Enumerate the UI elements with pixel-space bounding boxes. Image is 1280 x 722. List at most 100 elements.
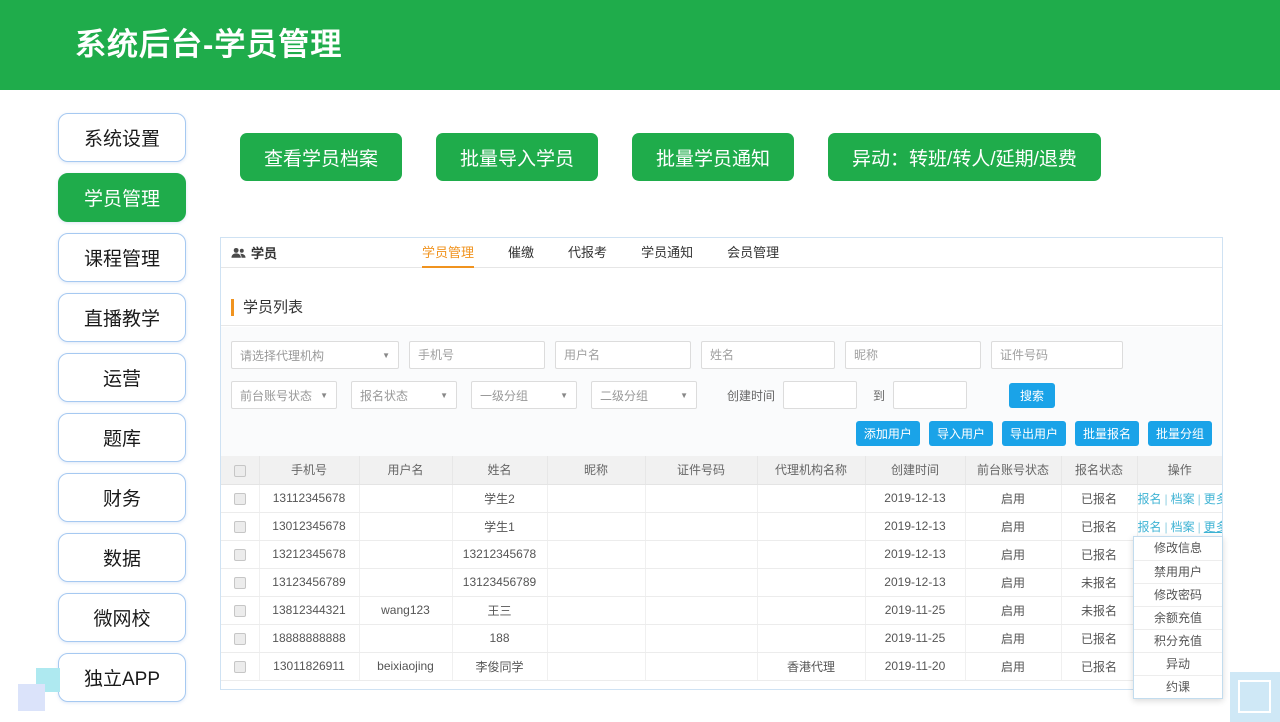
table-row: 13012345678学生12019-12-13启用已报名报名|档案|更多 (221, 512, 1222, 540)
menu-item[interactable]: 余额充值 (1134, 606, 1222, 629)
table-cell (757, 484, 865, 512)
table-cell (547, 540, 645, 568)
tab-item[interactable]: 学员通知 (641, 238, 693, 268)
ops-separator: | (1198, 520, 1201, 534)
filter-input[interactable] (991, 341, 1123, 369)
column-header: 证件号码 (645, 456, 757, 484)
menu-item[interactable]: 约课 (1134, 675, 1222, 698)
table-cell: 启用 (965, 568, 1061, 596)
quick-action-button[interactable]: 批量学员通知 (632, 133, 794, 181)
filter-select[interactable]: 报名状态▼ (351, 381, 457, 409)
filter-input[interactable] (701, 341, 835, 369)
sidebar-item-entry[interactable]: 独立APP (58, 653, 186, 702)
filter-select[interactable]: 二级分组▼ (591, 381, 697, 409)
op-link[interactable]: 报名 (1138, 492, 1162, 506)
sidebar-item-active[interactable]: 学员管理 (58, 173, 186, 222)
row-checkbox[interactable] (234, 605, 246, 617)
sidebar-item-entry[interactable]: 课程管理 (58, 233, 186, 282)
app-header: 系统后台-学员管理 (0, 0, 1280, 90)
column-header: 姓名 (452, 456, 547, 484)
table-cell (547, 568, 645, 596)
row-checkbox-cell (221, 624, 259, 652)
table-cell: 启用 (965, 540, 1061, 568)
op-link[interactable]: 档案 (1171, 492, 1195, 506)
filter-row-2: 前台账号状态▼报名状态▼一级分组▼二级分组▼创建时间到搜索 (231, 381, 1222, 409)
tab-item[interactable]: 会员管理 (727, 238, 779, 268)
table-cell (359, 540, 452, 568)
select-all-header-cell (221, 456, 259, 484)
table-row: 13123456789131234567892019-12-13启用未报名 (221, 568, 1222, 596)
row-checkbox[interactable] (234, 577, 246, 589)
op-link[interactable]: 档案 (1171, 520, 1195, 534)
row-checkbox[interactable] (234, 633, 246, 645)
students-icon (231, 247, 246, 259)
sidebar-item-entry[interactable]: 运营 (58, 353, 186, 402)
filter-select[interactable]: 请选择代理机构▼ (231, 341, 399, 369)
tab-item[interactable]: 催缴 (508, 238, 534, 268)
menu-item[interactable]: 异动 (1134, 652, 1222, 675)
filter-select-value: 一级分组 (480, 387, 528, 404)
table-cell (645, 484, 757, 512)
table-cell: 18888888888 (259, 624, 359, 652)
reg-status-cell: 已报名 (1061, 624, 1137, 652)
table-cell: 13812344321 (259, 596, 359, 624)
reg-status-cell: 已报名 (1061, 540, 1137, 568)
bulk-action-button[interactable]: 批量报名 (1075, 421, 1139, 446)
row-checkbox[interactable] (234, 661, 246, 673)
sidebar-item-entry[interactable]: 数据 (58, 533, 186, 582)
table-cell (757, 596, 865, 624)
sidebar-item-entry[interactable]: 直播教学 (58, 293, 186, 342)
quick-action-button[interactable]: 异动：转班/转人/延期/退费 (828, 133, 1101, 181)
quick-action-button[interactable]: 查看学员档案 (240, 133, 402, 181)
date-from-input[interactable] (783, 381, 857, 409)
row-checkbox-cell (221, 596, 259, 624)
row-checkbox[interactable] (234, 493, 246, 505)
table-cell: wang123 (359, 596, 452, 624)
student-table: 手机号用户名姓名昵称证件号码代理机构名称创建时间前台账号状态报名状态操作 131… (221, 456, 1222, 681)
bulk-action-button[interactable]: 导出用户 (1002, 421, 1066, 446)
row-checkbox-cell (221, 512, 259, 540)
select-all-checkbox[interactable] (234, 465, 246, 477)
bulk-action-button[interactable]: 批量分组 (1148, 421, 1212, 446)
filter-select[interactable]: 前台账号状态▼ (231, 381, 337, 409)
menu-item[interactable]: 修改信息 (1134, 537, 1222, 560)
bulk-action-button[interactable]: 添加用户 (856, 421, 920, 446)
tab-active[interactable]: 学员管理 (422, 238, 474, 268)
menu-item[interactable]: 禁用用户 (1134, 560, 1222, 583)
sidebar-item-entry[interactable]: 微网校 (58, 593, 186, 642)
row-checkbox[interactable] (234, 521, 246, 533)
op-link[interactable]: 更多 (1204, 520, 1222, 534)
bulk-action-button[interactable]: 导入用户 (929, 421, 993, 446)
filter-select-value: 二级分组 (600, 387, 648, 404)
menu-item[interactable]: 修改密码 (1134, 583, 1222, 606)
table-cell: 学生1 (452, 512, 547, 540)
sidebar-item-entry[interactable]: 题库 (58, 413, 186, 462)
section-header: 学员列表 (221, 290, 1222, 326)
search-button[interactable]: 搜索 (1009, 383, 1055, 408)
table-cell (547, 484, 645, 512)
op-link[interactable]: 更多 (1204, 492, 1222, 506)
sidebar-item-entry[interactable]: 系统设置 (58, 113, 186, 162)
table-row: 188888888881882019-11-25启用已报名 (221, 624, 1222, 652)
date-to-input[interactable] (893, 381, 967, 409)
filter-select[interactable]: 一级分组▼ (471, 381, 577, 409)
ops-separator: | (1165, 492, 1168, 506)
row-checkbox[interactable] (234, 549, 246, 561)
table-cell (645, 540, 757, 568)
quick-actions-bar: 查看学员档案批量导入学员批量学员通知异动：转班/转人/延期/退费 (240, 133, 1101, 181)
table-cell (757, 568, 865, 596)
filter-input[interactable] (555, 341, 691, 369)
table-cell: 2019-11-25 (865, 624, 965, 652)
table-cell: 13123456789 (259, 568, 359, 596)
decoration-square-bottom-right (1230, 672, 1280, 722)
tab-item[interactable]: 代报考 (568, 238, 607, 268)
quick-action-button[interactable]: 批量导入学员 (436, 133, 598, 181)
menu-item[interactable]: 积分充值 (1134, 629, 1222, 652)
filter-input[interactable] (845, 341, 981, 369)
op-link[interactable]: 报名 (1138, 520, 1162, 534)
table-row: 13112345678学生22019-12-13启用已报名报名|档案|更多 (221, 484, 1222, 512)
table-cell: 启用 (965, 652, 1061, 680)
table-cell (645, 652, 757, 680)
filter-input[interactable] (409, 341, 545, 369)
sidebar-item-entry[interactable]: 财务 (58, 473, 186, 522)
